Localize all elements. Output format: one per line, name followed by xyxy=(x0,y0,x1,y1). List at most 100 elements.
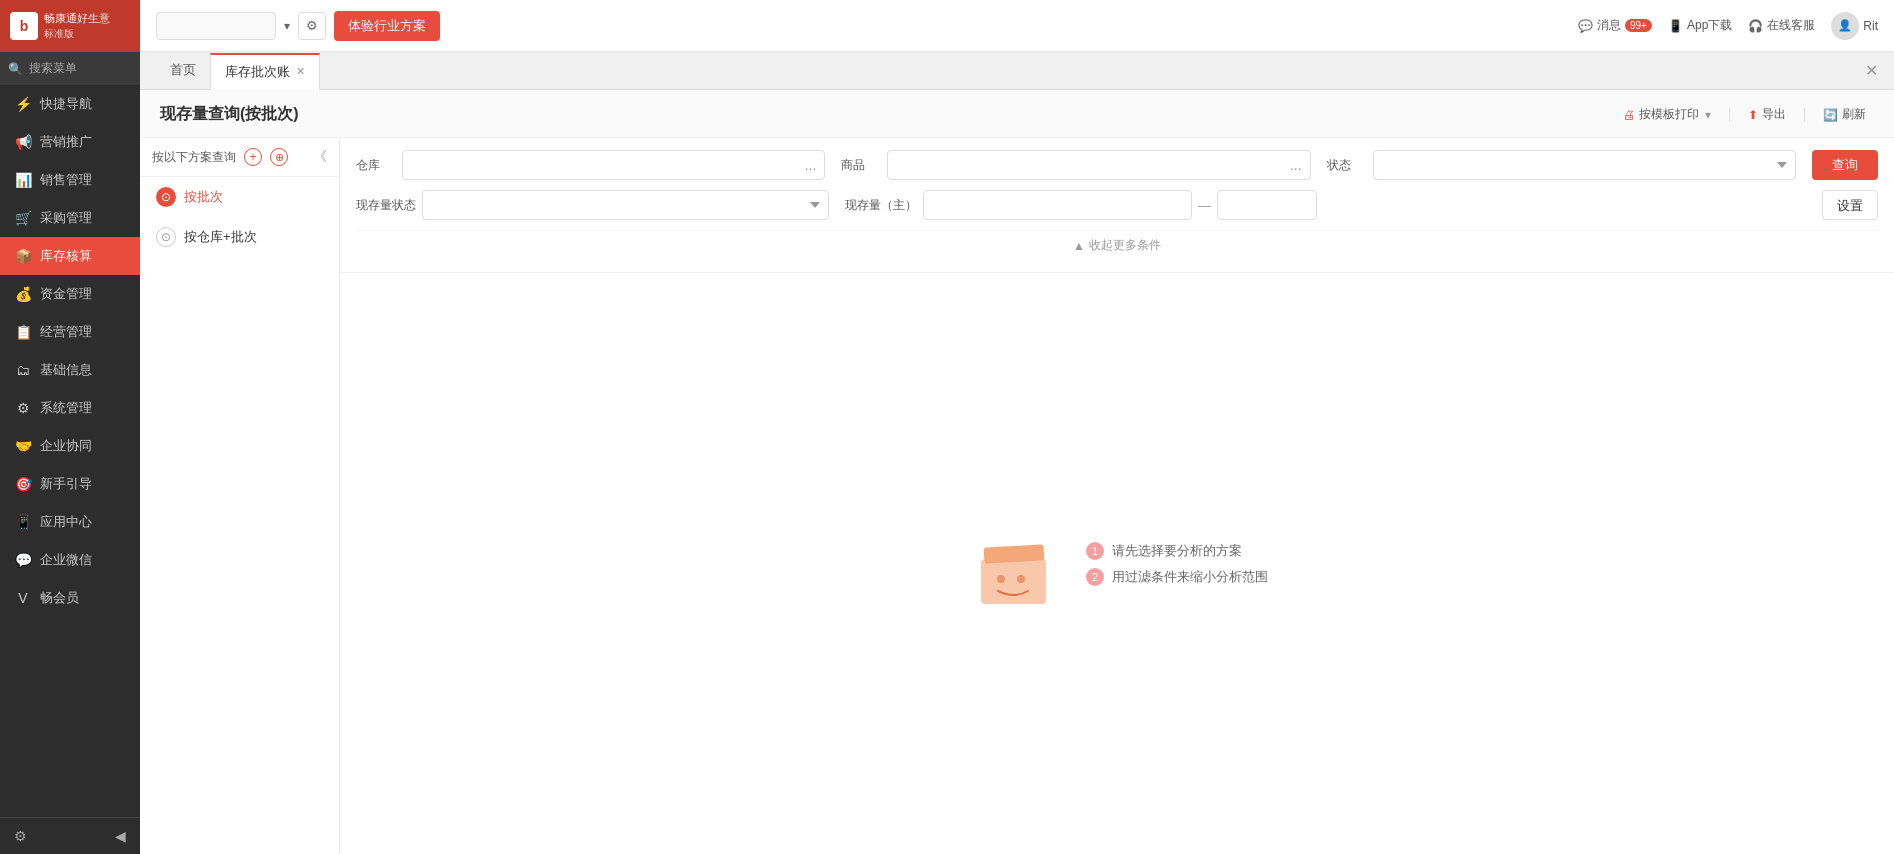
empty-text-item-1: 1 请先选择要分析的方案 xyxy=(1086,542,1268,560)
sidebar-item-label: 经营管理 xyxy=(40,323,92,341)
user-avatar[interactable]: 👤 xyxy=(1831,12,1859,40)
tab-inventory-batch[interactable]: 库存批次账 ✕ xyxy=(210,53,320,91)
filter-header-left: 按以下方案查询 + ⊕ xyxy=(152,148,288,166)
sidebar: b 畅康通好生意 标准版 🔍 搜索菜单 ⚡ 快捷导航 📢 营销推广 📊 销售管理… xyxy=(0,0,140,854)
sidebar-item-label: 库存核算 xyxy=(40,247,92,265)
tab-home-label: 首页 xyxy=(170,61,196,79)
sidebar-item-wechat[interactable]: 💬 企业微信 xyxy=(0,541,140,579)
sidebar-item-collab[interactable]: 🤝 企业协同 xyxy=(0,427,140,465)
collapse-sidebar-icon[interactable]: ◀ xyxy=(115,828,126,844)
app-version: 标准版 xyxy=(44,27,110,41)
warehouse-field: 仓库 ... xyxy=(356,150,825,180)
filter-item-by-batch[interactable]: ⊙ 按批次 xyxy=(140,177,339,217)
sidebar-item-marketing[interactable]: 📢 营销推广 xyxy=(0,123,140,161)
warehouse-dots[interactable]: ... xyxy=(805,157,817,173)
settings-button[interactable]: 设置 xyxy=(1822,190,1878,220)
sidebar-item-label: 新手引导 xyxy=(40,475,92,493)
tab-home[interactable]: 首页 xyxy=(156,52,210,90)
close-tab-icon[interactable]: ✕ xyxy=(296,66,305,77)
sidebar-item-ops[interactable]: 📋 经营管理 xyxy=(0,313,140,351)
step-2-icon: 2 xyxy=(1086,568,1104,586)
svg-point-2 xyxy=(997,575,1005,583)
topbar-gear-button[interactable]: ⚙ xyxy=(298,12,326,40)
stock-qty-min-input[interactable] xyxy=(923,190,1193,220)
stock-qty-range: — xyxy=(923,190,1318,220)
guide-icon: 🎯 xyxy=(14,475,32,493)
sidebar-item-inventory[interactable]: 📦 库存核算 xyxy=(0,237,140,275)
sidebar-item-label: 销售管理 xyxy=(40,171,92,189)
product-dots[interactable]: ... xyxy=(1290,157,1302,173)
tab-inventory-batch-label: 库存批次账 xyxy=(225,63,290,81)
topbar-dropdown-button[interactable]: ▾ xyxy=(284,19,290,33)
export-icon: ⬆ xyxy=(1748,108,1758,122)
customer-service-label: 在线客服 xyxy=(1767,17,1815,34)
topbar-search-input[interactable] xyxy=(156,12,276,40)
messages-action[interactable]: 💬 消息 99+ xyxy=(1578,17,1652,34)
status-field: 状态 全部 正常 禁用 xyxy=(1327,150,1796,180)
sidebar-items-list: ⚡ 快捷导航 📢 营销推广 📊 销售管理 🛒 采购管理 📦 库存核算 💰 资金管… xyxy=(0,85,140,817)
topbar: ▾ ⚙ 体验行业方案 💬 消息 99+ 📱 App下载 🎧 在线客服 xyxy=(140,0,1894,52)
topbar-left: ▾ ⚙ 体验行业方案 xyxy=(156,11,1568,41)
close-panel-button[interactable]: ✕ xyxy=(1865,61,1878,80)
sidebar-footer: ⚙ ◀ xyxy=(0,817,140,854)
stock-qty-max-input[interactable] xyxy=(1217,190,1317,220)
filter-item-by-warehouse-batch[interactable]: ⊙ 按仓库+批次 xyxy=(140,217,339,257)
sidebar-item-system[interactable]: ⚙ 系统管理 xyxy=(0,389,140,427)
customer-service-action[interactable]: 🎧 在线客服 xyxy=(1748,17,1815,34)
app-download-label: App下载 xyxy=(1687,17,1732,34)
warehouse-batch-scheme-icon: ⊙ xyxy=(156,227,176,247)
tabbar: 首页 库存批次账 ✕ ✕ xyxy=(140,52,1894,90)
export-button[interactable]: ⬆ 导出 xyxy=(1740,102,1794,127)
chevron-up-icon: ▲ xyxy=(1073,239,1085,253)
sidebar-item-sales[interactable]: 📊 销售管理 xyxy=(0,161,140,199)
sidebar-item-member[interactable]: V 畅会员 xyxy=(0,579,140,617)
add-scheme-button[interactable]: + xyxy=(244,148,262,166)
settings-icon[interactable]: ⚙ xyxy=(14,828,27,844)
sidebar-header: b 畅康通好生意 标准版 xyxy=(0,0,140,52)
print-button[interactable]: 🖨 按模板打印 ▾ xyxy=(1615,102,1719,127)
divider xyxy=(1729,108,1730,122)
sidebar-item-label: 采购管理 xyxy=(40,209,92,227)
member-icon: V xyxy=(14,589,32,607)
topbar-right: 💬 消息 99+ 📱 App下载 🎧 在线客服 👤 Rit xyxy=(1578,12,1878,40)
main-content: ▾ ⚙ 体验行业方案 💬 消息 99+ 📱 App下载 🎧 在线客服 xyxy=(140,0,1894,854)
sidebar-item-apps[interactable]: 📱 应用中心 xyxy=(0,503,140,541)
step-2-text: 用过滤条件来缩小分析范围 xyxy=(1112,568,1268,586)
refresh-button[interactable]: 🔄 刷新 xyxy=(1815,102,1874,127)
search-label: 搜索菜单 xyxy=(29,60,77,77)
sidebar-item-guide[interactable]: 🎯 新手引导 xyxy=(0,465,140,503)
print-dropdown-icon[interactable]: ▾ xyxy=(1705,108,1711,122)
quick-nav-icon: ⚡ xyxy=(14,95,32,113)
scheme-settings-button[interactable]: ⊕ xyxy=(270,148,288,166)
collapse-conditions-button[interactable]: ▲ 收起更多条件 xyxy=(356,230,1878,260)
user-action[interactable]: 👤 Rit xyxy=(1831,12,1878,40)
collapse-filter-icon[interactable]: 《 xyxy=(313,148,327,166)
query-button[interactable]: 查询 xyxy=(1812,150,1878,180)
warehouse-input[interactable]: ... xyxy=(402,150,825,180)
sidebar-item-quick-nav[interactable]: ⚡ 快捷导航 xyxy=(0,85,140,123)
user-avatar-icon: 👤 xyxy=(1838,19,1852,32)
warehouse-label: 仓库 xyxy=(356,157,396,174)
sidebar-item-finance[interactable]: 💰 资金管理 xyxy=(0,275,140,313)
wechat-icon: 💬 xyxy=(14,551,32,569)
stock-qty-label: 现存量（主） xyxy=(845,197,917,214)
step-1-icon: 1 xyxy=(1086,542,1104,560)
stock-status-select[interactable]: 全部 有库存 无库存 xyxy=(422,190,829,220)
filter-row-2: 现存量状态 全部 有库存 无库存 现存量（主） xyxy=(356,190,1878,220)
filter-conditions: 仓库 ... 商品 ... xyxy=(340,138,1894,273)
sidebar-item-basic[interactable]: 🗂 基础信息 xyxy=(0,351,140,389)
status-label: 状态 xyxy=(1327,157,1367,174)
app-logo: b xyxy=(10,12,38,40)
sidebar-item-purchase[interactable]: 🛒 采购管理 xyxy=(0,199,140,237)
product-input[interactable]: ... xyxy=(887,150,1310,180)
empty-illustration xyxy=(966,514,1066,614)
status-select[interactable]: 全部 正常 禁用 xyxy=(1373,150,1796,180)
sidebar-search[interactable]: 🔍 搜索菜单 xyxy=(0,52,140,85)
apps-icon: 📱 xyxy=(14,513,32,531)
app-download-action[interactable]: 📱 App下载 xyxy=(1668,17,1732,34)
svg-point-3 xyxy=(1017,575,1025,583)
sidebar-item-label: 企业微信 xyxy=(40,551,92,569)
messages-label: 消息 xyxy=(1597,17,1621,34)
experience-button[interactable]: 体验行业方案 xyxy=(334,11,440,41)
filter-item-label: 按批次 xyxy=(184,188,223,206)
